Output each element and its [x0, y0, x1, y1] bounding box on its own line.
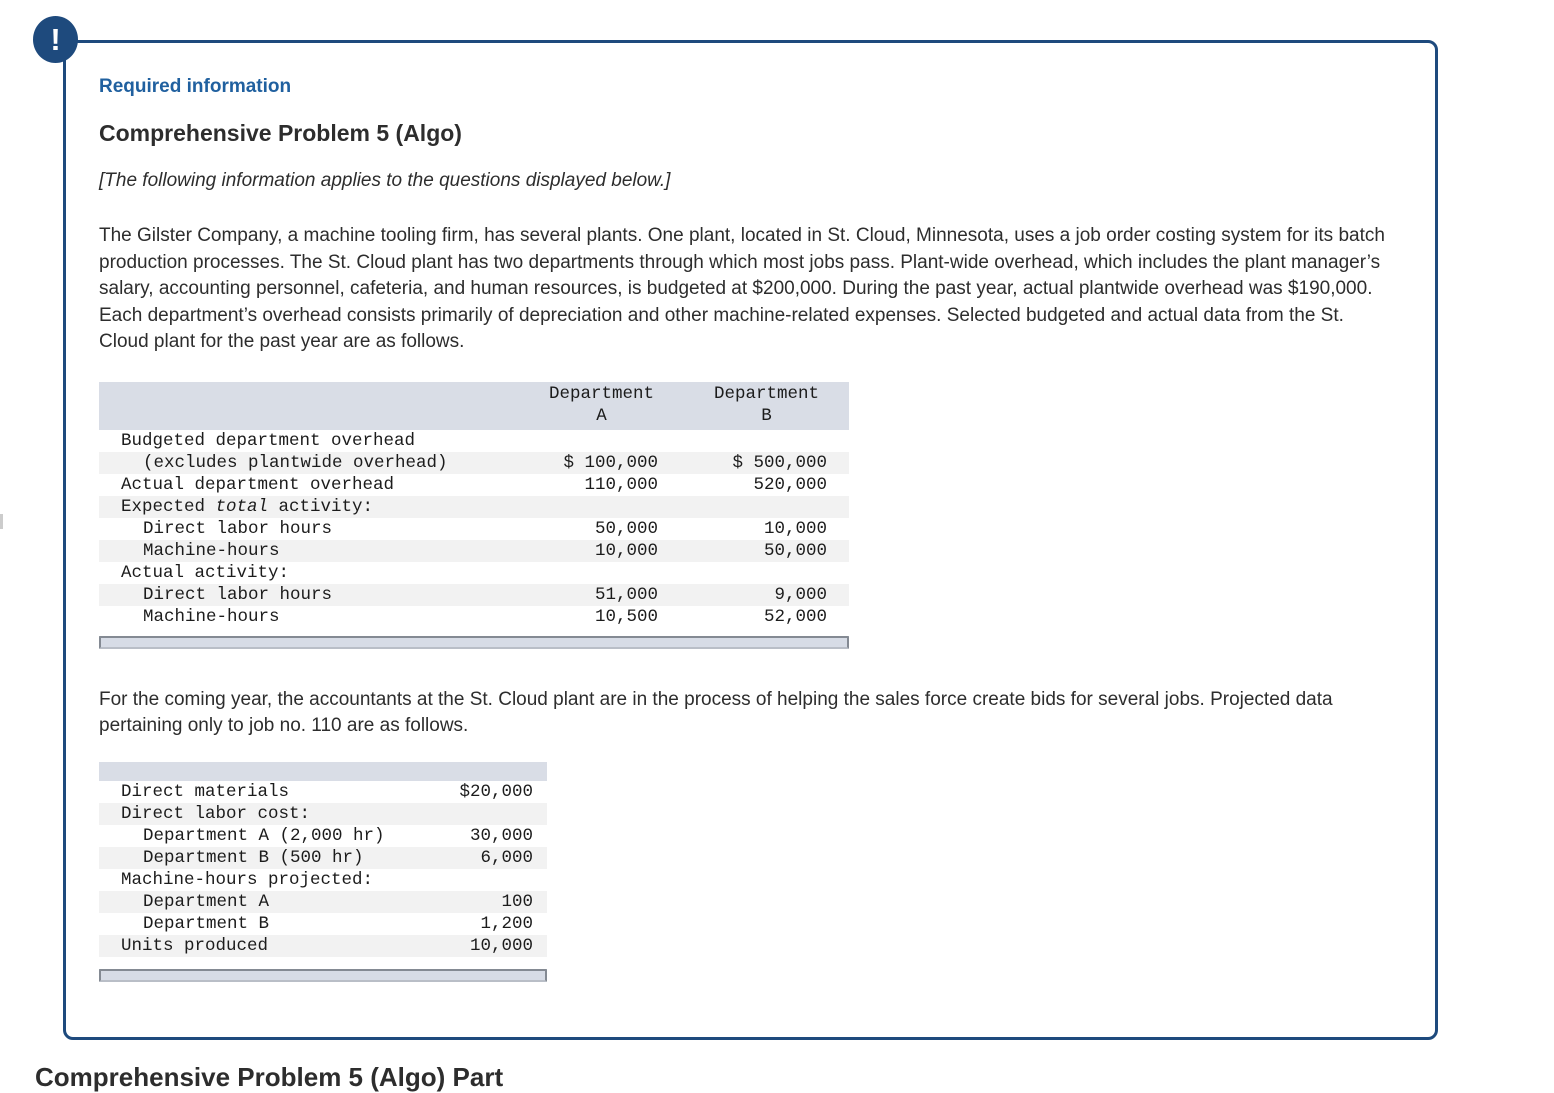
row-value: 100 — [501, 891, 533, 912]
row-label: Department B — [143, 913, 270, 934]
row-value: 6,000 — [480, 847, 533, 868]
row-label: Actual activity: — [121, 562, 290, 583]
row-label: Direct labor hours — [143, 584, 333, 605]
job-110-table: Direct materials $20,000 Direct labor cost… — [99, 761, 547, 957]
department-table-header-row: Department A Department B — [99, 381, 849, 430]
table-row: Department A 100 — [99, 890, 547, 913]
row-value: 10,500 — [594, 606, 658, 627]
row-value: $20,000 — [459, 781, 533, 802]
table-row: Machine-hours 10,000 50,000 — [99, 539, 849, 562]
row-label: Department A — [143, 891, 270, 912]
row-label: Direct materials — [121, 781, 290, 802]
row-value: 10,000 — [594, 540, 658, 561]
row-value: 10,000 — [469, 935, 533, 956]
job-110-table-container: Direct materials $20,000 Direct labor cost… — [99, 761, 1407, 982]
table-row: (excludes plantwide overhead) $ 100,000 $ … — [99, 451, 849, 474]
table-row: Department B 1,200 — [99, 913, 547, 935]
department-a-header: Department A — [519, 381, 684, 430]
left-edge-mark — [0, 514, 3, 529]
required-information-label: Required information — [99, 76, 292, 97]
department-a-header-line2: A — [596, 405, 607, 426]
job-table-header-row — [99, 761, 547, 781]
job-paragraph: For the coming year, the accountants at … — [99, 688, 1333, 737]
next-section-title-partial: Comprehensive Problem 5 (Algo) Part — [35, 1062, 504, 1092]
row-value: $ 100,000 — [563, 452, 658, 473]
row-value — [399, 803, 547, 825]
row-label: Expected total activity: — [121, 496, 374, 517]
department-b-header-line1: Department — [713, 383, 820, 404]
row-value — [519, 496, 684, 518]
empty-header-bar — [99, 761, 547, 781]
job-table-horizontal-scrollbar[interactable] — [99, 968, 547, 982]
table-row: Actual department overhead 110,000 520,000 — [99, 474, 849, 496]
row-label: Budgeted department overhead — [121, 430, 416, 451]
row-value: 9,000 — [774, 584, 827, 605]
row-value: 51,000 — [594, 584, 658, 605]
department-b-header-line2: B — [761, 405, 772, 426]
row-value: 50,000 — [763, 540, 827, 561]
row-label: Units produced — [121, 935, 269, 956]
row-value — [519, 562, 684, 584]
table-row: Budgeted department overhead — [99, 430, 849, 452]
alert-exclamation-icon: ! — [33, 16, 78, 63]
department-data-table: Department A Department B Budgeted depar… — [99, 381, 849, 628]
row-label: Machine-hours projected: — [121, 869, 374, 890]
table-row: Direct labor hours 50,000 10,000 — [99, 518, 849, 540]
department-table-horizontal-scrollbar[interactable] — [99, 635, 849, 649]
row-value: 520,000 — [753, 474, 827, 495]
table-row: Machine-hours projected: — [99, 869, 547, 891]
row-value: 10,000 — [763, 518, 827, 539]
row-label: Machine-hours — [143, 606, 280, 627]
table-row: Actual activity: — [99, 562, 849, 584]
table-row: Expected total activity: — [99, 495, 849, 518]
row-value: 30,000 — [469, 825, 533, 846]
row-label: (excludes plantwide overhead) — [143, 452, 448, 473]
table-row: Units produced 10,000 — [99, 934, 547, 957]
row-label: Department B (500 hr) — [143, 847, 364, 868]
row-label: Direct labor hours — [143, 518, 333, 539]
exclamation-glyph: ! — [50, 21, 61, 57]
table-row: Department A (2,000 hr) 30,000 — [99, 825, 547, 847]
row-value — [684, 430, 849, 452]
table-row: Direct materials $20,000 — [99, 781, 547, 803]
applies-note: [The following information applies to th… — [99, 170, 671, 191]
table-row: Direct labor cost: — [99, 802, 547, 825]
row-value: $ 500,000 — [732, 452, 827, 473]
row-value: 50,000 — [594, 518, 658, 539]
row-value — [399, 869, 547, 891]
department-a-header-line1: Department — [548, 383, 655, 404]
row-value: 52,000 — [763, 606, 827, 627]
row-label: Direct labor cost: — [121, 803, 311, 824]
row-label: Department A (2,000 hr) — [143, 825, 385, 846]
row-value: 1,200 — [480, 913, 533, 934]
row-value — [519, 430, 684, 452]
required-information-panel: Required information Comprehensive Probl… — [63, 40, 1438, 1040]
row-label: Actual department overhead — [121, 474, 395, 495]
row-value — [684, 562, 849, 584]
table-row: Machine-hours 10,500 52,000 — [99, 606, 849, 628]
department-data-table-container: Department A Department B Budgeted depar… — [99, 381, 1407, 649]
problem-title: Comprehensive Problem 5 (Algo) — [99, 120, 462, 146]
row-value: 110,000 — [584, 474, 658, 495]
row-value — [684, 496, 849, 518]
table-row: Direct labor hours 51,000 9,000 — [99, 583, 849, 606]
empty-header-cell — [99, 381, 519, 430]
row-label: Machine-hours — [143, 540, 280, 561]
department-b-header: Department B — [684, 381, 849, 430]
intro-paragraph: The Gilster Company, a machine tooling f… — [99, 225, 1385, 352]
table-row: Department B (500 hr) 6,000 — [99, 846, 547, 869]
